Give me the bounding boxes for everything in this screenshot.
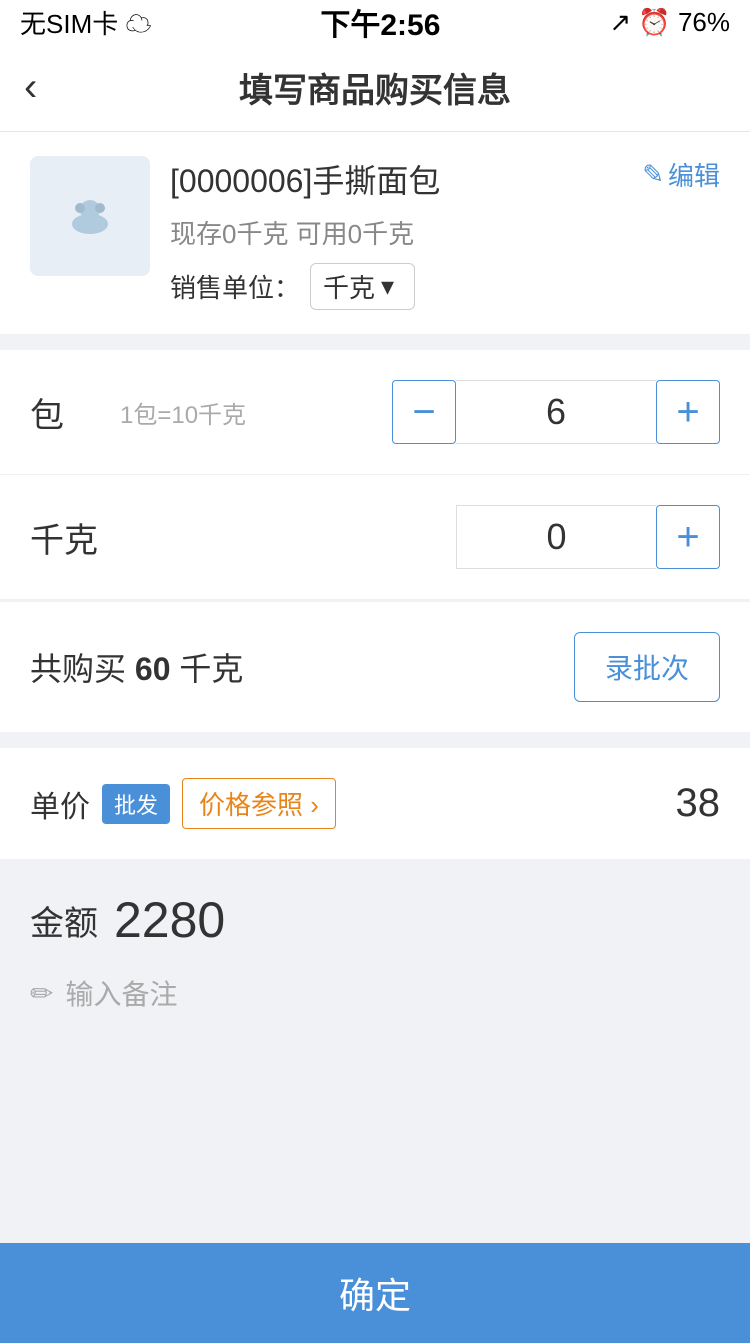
page-title: 填写商品购买信息: [239, 63, 511, 112]
pencil-icon: ✏: [30, 977, 53, 1010]
unit-select[interactable]: 千克 ▾: [310, 263, 415, 310]
decrement-button-bao[interactable]: −: [392, 380, 456, 444]
amount-label: 金额: [30, 896, 98, 945]
status-time: 下午2:56: [320, 0, 440, 44]
price-type-tag: 批发: [102, 784, 170, 824]
quantity-label-bao: 包: [30, 388, 110, 437]
bottom-spacer: [0, 1043, 750, 1243]
confirm-button[interactable]: 确定: [0, 1243, 750, 1343]
summary-unit: 千克: [179, 651, 243, 687]
edit-button[interactable]: ✎ 编辑: [642, 156, 720, 193]
quantity-section: 包 1包=10千克 − + 千克 +: [0, 350, 750, 600]
nav-bar: ‹ 填写商品购买信息: [0, 44, 750, 132]
summary-amount-val: 60: [135, 651, 171, 687]
remark-row[interactable]: ✏ 输入备注: [30, 973, 720, 1013]
content-area: [0000006]手撕面包 ✎ 编辑 现存0千克 可用0千克 销售单位： 千克 …: [0, 132, 750, 1243]
product-info: [0000006]手撕面包 ✎ 编辑 现存0千克 可用0千克 销售单位： 千克 …: [170, 156, 720, 310]
product-card: [0000006]手撕面包 ✎ 编辑 现存0千克 可用0千克 销售单位： 千克 …: [0, 132, 750, 334]
batch-button[interactable]: 录批次: [574, 632, 720, 702]
unit-value: 千克: [323, 268, 375, 305]
product-unit-row: 销售单位： 千克 ▾: [170, 263, 720, 310]
quantity-input-bao[interactable]: [456, 380, 656, 444]
quantity-control-bao: − +: [392, 380, 720, 444]
increment-button-kg[interactable]: +: [656, 505, 720, 569]
status-bar: 无SIM卡 ☁ 下午2:56 ↗ ⏰ 76%: [0, 0, 750, 44]
back-button[interactable]: ‹: [24, 65, 37, 110]
status-left: 无SIM卡 ☁: [20, 4, 151, 41]
increment-button-bao[interactable]: +: [656, 380, 720, 444]
remark-placeholder: 输入备注: [65, 973, 177, 1013]
quantity-row-kg: 千克 +: [0, 475, 750, 600]
unit-label: 销售单位：: [170, 268, 300, 305]
price-value: 38: [676, 781, 721, 826]
product-image: [30, 156, 150, 276]
amount-value: 2280: [114, 891, 225, 949]
quantity-input-kg[interactable]: [456, 505, 656, 569]
price-row: 单价 批发 价格参照 › 38: [30, 778, 720, 829]
amount-row: 金额 2280: [30, 891, 720, 949]
amount-section: 金额 2280 ✏ 输入备注: [0, 861, 750, 1043]
price-left: 单价 批发 价格参照 ›: [30, 778, 336, 829]
quantity-hint-bao: 1包=10千克: [120, 395, 392, 430]
edit-label: 编辑: [668, 156, 720, 193]
summary-text: 共购买 60 千克: [30, 644, 243, 690]
summary-label: 共购买: [30, 651, 126, 687]
summary-row: 共购买 60 千克 录批次: [0, 602, 750, 732]
price-ref-button[interactable]: 价格参照 ›: [182, 778, 336, 829]
edit-icon: ✎: [642, 159, 664, 190]
price-section: 单价 批发 价格参照 › 38: [0, 748, 750, 859]
chevron-down-icon: ▾: [381, 271, 394, 302]
product-stock: 现存0千克 可用0千克: [170, 214, 720, 251]
price-label: 单价: [30, 782, 90, 826]
status-right: ↗ ⏰ 76%: [609, 7, 730, 38]
quantity-row-bao: 包 1包=10千克 − +: [0, 350, 750, 475]
quantity-control-kg: +: [456, 505, 720, 569]
quantity-label-kg: 千克: [30, 513, 110, 562]
product-name: [0000006]手撕面包: [170, 156, 440, 202]
